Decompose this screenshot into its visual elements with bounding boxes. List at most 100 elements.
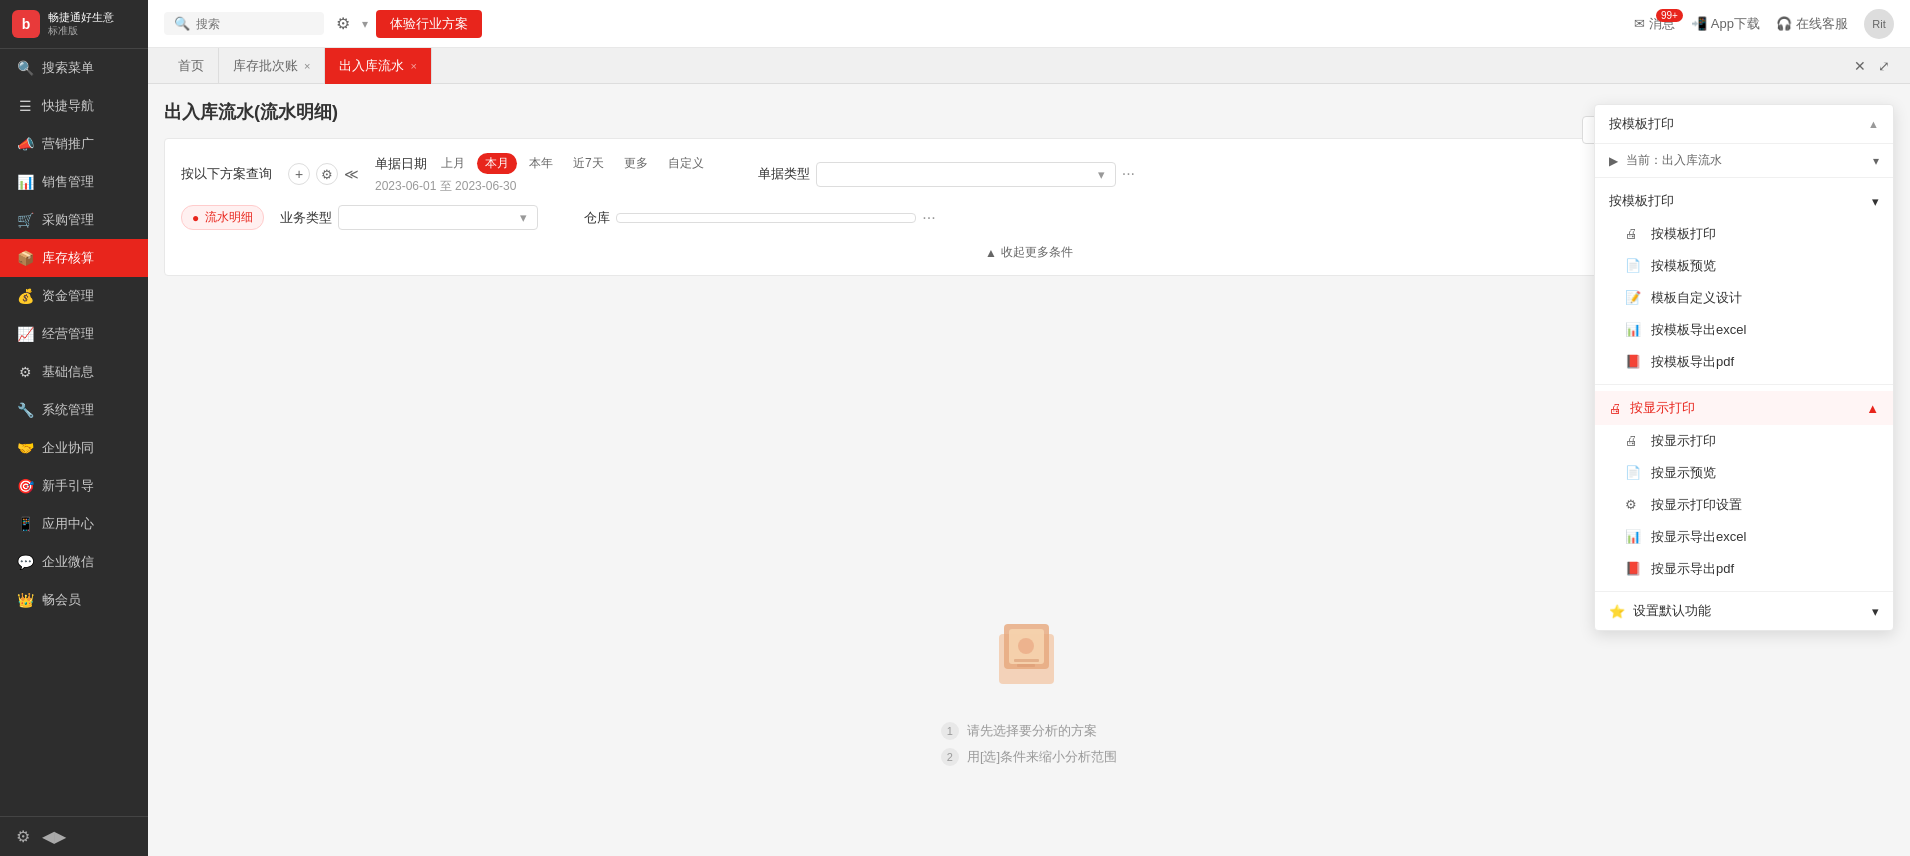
sidebar-item-purchase[interactable]: 🛒 采购管理 [0, 201, 148, 239]
display-preview-icon: 📄 [1625, 465, 1641, 481]
dropdown-item-template-excel[interactable]: 📊 按模板导出excel [1595, 314, 1893, 346]
sidebar-item-member[interactable]: 👑 畅会员 [0, 581, 148, 619]
dropdown-item-template-print[interactable]: 🖨 按模板打印 [1595, 218, 1893, 250]
dropdown-item-template-preview[interactable]: 📄 按模板预览 [1595, 250, 1893, 282]
warehouse-label: 仓库 [584, 209, 610, 227]
search-box[interactable]: 🔍 [164, 12, 324, 35]
page-content: 出入库流水(流水明细) 🖨 按模板打印 ▲ ··· ↗ 导出 ↻ 刷新 [148, 84, 1910, 856]
warehouse-select[interactable] [616, 213, 916, 223]
sidebar-item-collab[interactable]: 🤝 企业协同 [0, 429, 148, 467]
app-download-area[interactable]: 📲 App下载 [1691, 15, 1760, 33]
date-btn-last-month[interactable]: 上月 [433, 153, 473, 174]
dropdown-up-arrow-icon[interactable]: ▲ [1868, 118, 1879, 130]
filter-tag-label: 流水明细 [205, 209, 253, 226]
sidebar-item-basic[interactable]: ⚙ 基础信息 [0, 353, 148, 391]
template-preview-label: 按模板预览 [1651, 257, 1716, 275]
sidebar-item-wechat[interactable]: 💬 企业微信 [0, 543, 148, 581]
user-avatar[interactable]: Rit [1864, 9, 1894, 39]
basic-icon: ⚙ [16, 364, 34, 380]
date-btn-this-month[interactable]: 本月 [477, 153, 517, 174]
online-service-area[interactable]: 🎧 在线客服 [1776, 15, 1848, 33]
collab-icon: 🤝 [16, 440, 34, 456]
dropdown-item-display-pdf[interactable]: 📕 按显示导出pdf [1595, 553, 1893, 585]
search-icon: 🔍 [174, 16, 190, 31]
date-range-display: 2023-06-01 至 2023-06-30 [375, 178, 712, 195]
industry-solution-button[interactable]: 体验行业方案 [376, 10, 482, 38]
dropdown-item-display-print[interactable]: 🖨 按显示打印 [1595, 425, 1893, 457]
tab-inout-flow-close-icon[interactable]: × [410, 60, 416, 72]
step-1-num: 1 [941, 722, 959, 740]
collapse-more-label: 收起更多条件 [1001, 244, 1073, 261]
filter-add-button[interactable]: + [288, 163, 310, 185]
message-badge-area[interactable]: ✉ 消息 99+ [1634, 15, 1675, 33]
sidebar-item-appstore[interactable]: 📱 应用中心 [0, 505, 148, 543]
dropdown-section-display: 🖨 按显示打印 ▲ 🖨 按显示打印 📄 按显示预览 ⚙ 按显示打印设置 [1595, 385, 1893, 592]
tabs-bar: 首页 库存批次账 × 出入库流水 × ✕ ⤢ [148, 48, 1910, 84]
app-download-label: App下载 [1711, 15, 1760, 33]
filter-gear-button[interactable]: ⚙ [316, 163, 338, 185]
date-btn-this-year[interactable]: 本年 [521, 153, 561, 174]
tab-close-all-icon[interactable]: ✕ [1850, 56, 1870, 76]
collapse-sidebar-icon[interactable]: ◀▶ [42, 827, 66, 846]
sidebar-item-guide[interactable]: 🎯 新手引导 [0, 467, 148, 505]
tab-inventory-batch-close-icon[interactable]: × [304, 60, 310, 72]
display-print-icon: 🖨 [1625, 433, 1641, 449]
tab-home-label: 首页 [178, 57, 204, 75]
date-btn-custom[interactable]: 自定义 [660, 153, 712, 174]
sidebar-item-business[interactable]: 📈 经营管理 [0, 315, 148, 353]
empty-steps: 1 请先选择要分析的方案 2 用[选]条件来缩小分析范围 [941, 718, 1117, 770]
date-filter: 单据日期 上月 本月 本年 近7天 更多 自定义 2023-06-01 至 20… [375, 153, 712, 195]
sidebar-label-wechat: 企业微信 [42, 553, 94, 571]
sidebar-item-sales[interactable]: 📊 销售管理 [0, 163, 148, 201]
topbar-settings-icon[interactable]: ⚙ [332, 10, 354, 37]
sidebar-label-finance: 资金管理 [42, 287, 94, 305]
tab-home[interactable]: 首页 [164, 48, 219, 84]
sidebar-item-search-menu[interactable]: 🔍 搜索菜单 [0, 49, 148, 87]
dropdown-footer-label: 设置默认功能 [1633, 602, 1872, 620]
date-btn-more[interactable]: 更多 [616, 153, 656, 174]
date-btn-last-7-days[interactable]: 近7天 [565, 153, 612, 174]
doc-type-select[interactable]: ▾ [816, 162, 1116, 187]
tab-inventory-batch[interactable]: 库存批次账 × [219, 48, 325, 84]
tab-inout-flow[interactable]: 出入库流水 × [325, 48, 431, 84]
filter-tag-dot-icon: ● [192, 211, 199, 225]
dropdown-display-section-title[interactable]: 🖨 按显示打印 ▲ [1595, 391, 1893, 425]
display-pdf-icon: 📕 [1625, 561, 1641, 577]
sidebar-label-quick-nav: 快捷导航 [42, 97, 94, 115]
settings-icon[interactable]: ⚙ [16, 827, 30, 846]
sidebar-item-inventory[interactable]: 📦 库存核算 [0, 239, 148, 277]
dropdown-item-template-design[interactable]: 📝 模板自定义设计 [1595, 282, 1893, 314]
svg-rect-5 [1017, 664, 1035, 667]
sidebar-label-business: 经营管理 [42, 325, 94, 343]
sidebar-item-marketing[interactable]: 📣 营销推广 [0, 125, 148, 163]
sidebar-label-member: 畅会员 [42, 591, 81, 609]
dropdown-item-template-pdf[interactable]: 📕 按模板导出pdf [1595, 346, 1893, 378]
dropdown-footer[interactable]: ⭐ 设置默认功能 ▾ [1595, 592, 1893, 630]
template-pdf-label: 按模板导出pdf [1651, 353, 1734, 371]
dropdown-item-display-preview[interactable]: 📄 按显示预览 [1595, 457, 1893, 489]
dropdown-template-section-title[interactable]: 按模板打印 ▾ [1595, 184, 1893, 218]
display-settings-icon: ⚙ [1625, 497, 1641, 513]
topbar-expand-icon[interactable]: ▾ [362, 17, 368, 31]
sidebar-item-system[interactable]: 🔧 系统管理 [0, 391, 148, 429]
dropdown-current-label: 当前：出入库流水 [1626, 152, 1873, 169]
filter-collapse-icon[interactable]: ≪ [344, 166, 359, 182]
business-type-select[interactable]: ▾ [338, 205, 538, 230]
app-logo-icon: b [12, 10, 40, 38]
sidebar-item-finance[interactable]: 💰 资金管理 [0, 277, 148, 315]
online-service-icon: 🎧 [1776, 16, 1792, 31]
search-input[interactable] [196, 17, 306, 31]
filter-tag: ● 流水明细 [181, 205, 264, 230]
topbar: 🔍 ⚙ ▾ 体验行业方案 ✉ 消息 99+ 📲 App下载 🎧 在线客服 Rit [148, 0, 1910, 48]
app-name: 畅捷通好生意 [48, 10, 114, 24]
sidebar-item-quick-nav[interactable]: ☰ 快捷导航 [0, 87, 148, 125]
sidebar-nav: 🔍 搜索菜单 ☰ 快捷导航 📣 营销推广 📊 销售管理 🛒 采购管理 📦 库存核… [0, 49, 148, 816]
message-count-badge: 99+ [1656, 9, 1683, 22]
template-preview-icon: 📄 [1625, 258, 1641, 274]
dropdown-item-display-settings[interactable]: ⚙ 按显示打印设置 [1595, 489, 1893, 521]
tab-maximize-icon[interactable]: ⤢ [1874, 56, 1894, 76]
doc-type-chevron-icon: ▾ [1098, 167, 1105, 182]
step-2-num: 2 [941, 748, 959, 766]
dropdown-item-display-excel[interactable]: 📊 按显示导出excel [1595, 521, 1893, 553]
sidebar-label-collab: 企业协同 [42, 439, 94, 457]
